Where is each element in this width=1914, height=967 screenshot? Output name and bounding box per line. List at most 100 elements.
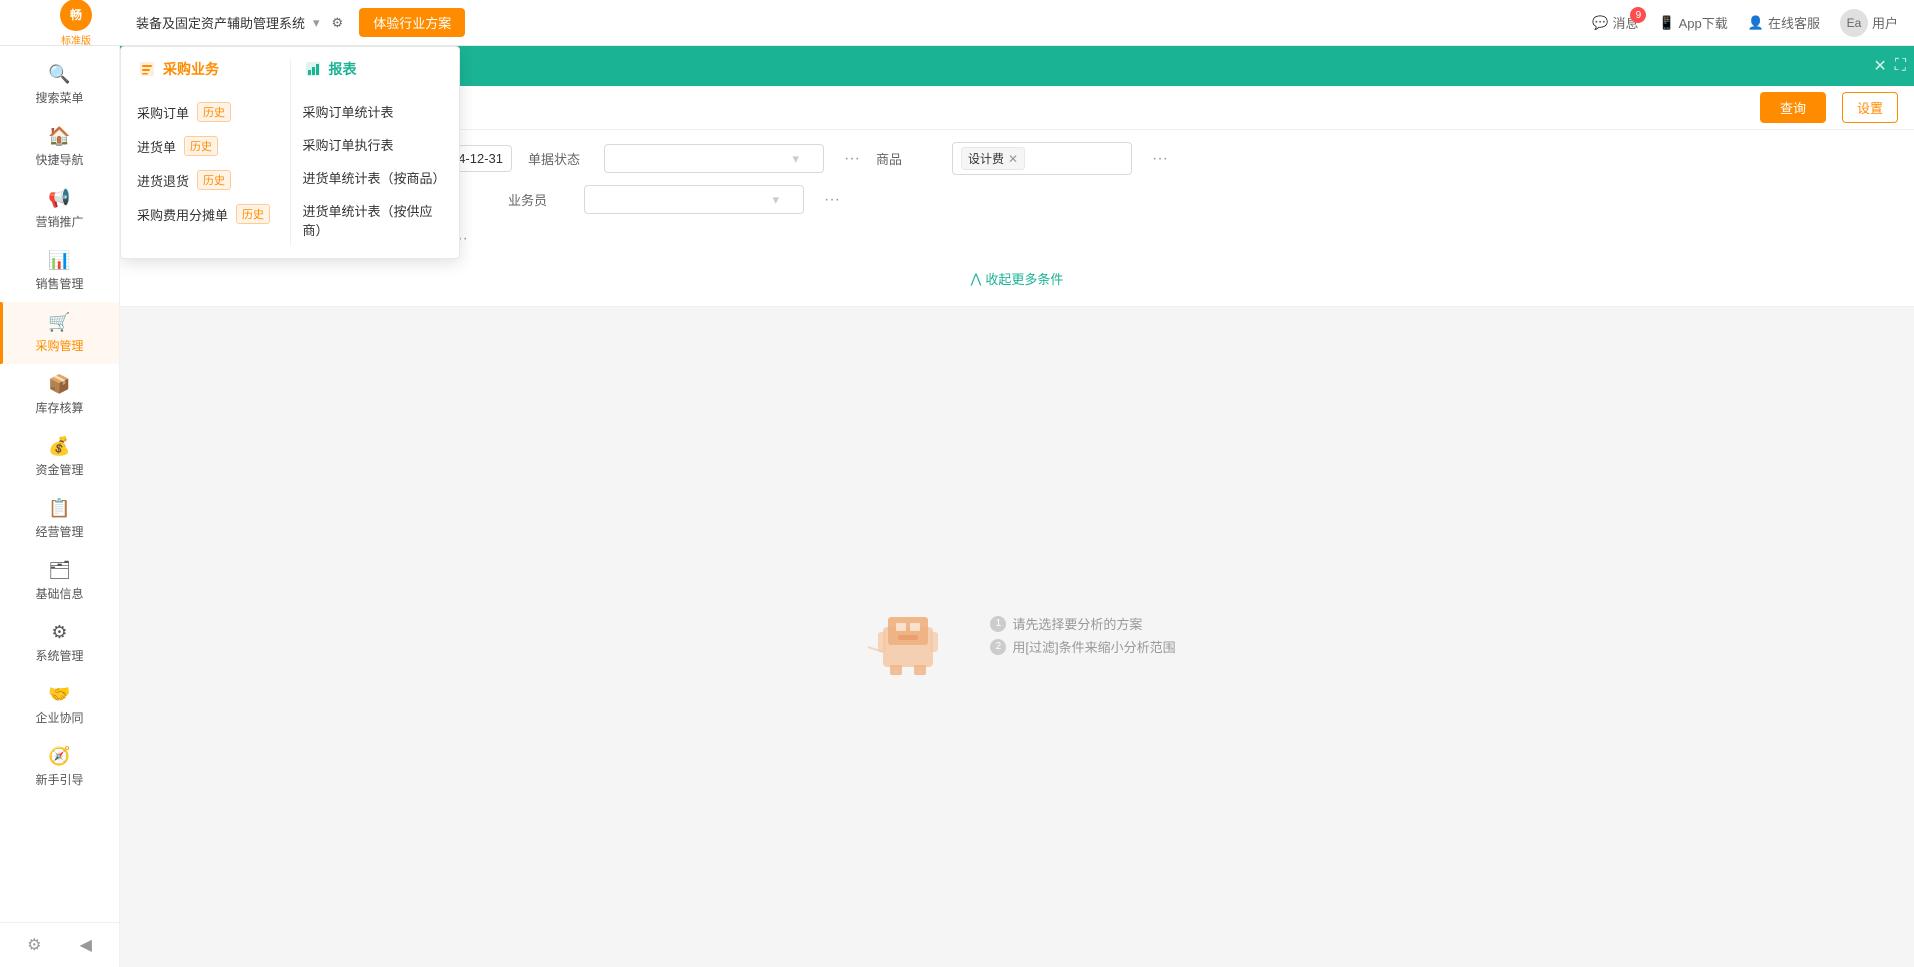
- sidebar-label-system: 系统管理: [35, 647, 83, 664]
- settings-btn[interactable]: 设置: [1842, 92, 1898, 123]
- sidebar-item-sales[interactable]: 📊 销售管理: [0, 240, 119, 302]
- sidebar-item-inventory[interactable]: 📦 库存核算: [0, 364, 119, 426]
- message-icon: 💬: [1592, 15, 1608, 31]
- sidebar-label-marketing: 营销推广: [35, 213, 83, 230]
- inbound-stats-goods-label: 进货单统计表（按商品）: [303, 168, 444, 187]
- purchase-business-title: 采购业务: [163, 59, 219, 79]
- sidebar: 🔍 搜索菜单 🏠 快捷导航 📢 营销推广 📊 销售管理 🛒 采购管理 📦 库存核…: [0, 46, 120, 967]
- system-title: 装备及固定资产辅助管理系统: [136, 13, 305, 32]
- online-service-icon: 👤: [1748, 15, 1764, 31]
- sidebar-label-guide: 新手引导: [35, 771, 83, 788]
- order-exec-label: 采购订单执行表: [303, 135, 394, 154]
- dropdown-item-return[interactable]: 进货退货 历史: [137, 163, 278, 197]
- query-btn[interactable]: 查询: [1760, 92, 1826, 123]
- basic-icon: 🗂: [48, 560, 71, 581]
- empty-hints: 1 请先选择要分析的方案 2 用[过滤]条件来缩小分析范围: [990, 614, 1175, 660]
- sidebar-label-quick-nav: 快捷导航: [35, 151, 83, 168]
- dropdown-item-inbound-stats-supplier[interactable]: 进货单统计表（按供应商）: [303, 194, 444, 246]
- tab-bar-right: ✕ ⛶: [1873, 56, 1906, 76]
- logo-subtitle: 标准版: [61, 32, 91, 47]
- sidebar-bottom: ⚙ ◀: [0, 922, 119, 967]
- inbound-stats-supplier-label: 进货单统计表（按供应商）: [303, 201, 444, 239]
- doc-status-label: 单据状态: [528, 149, 588, 168]
- sidebar-item-guide[interactable]: 🧭 新手引导: [0, 736, 119, 798]
- goods-more-icon[interactable]: ···: [1152, 150, 1168, 168]
- sidebar-item-marketing[interactable]: 📢 营销推广: [0, 178, 119, 240]
- goods-label: 商品: [876, 149, 936, 168]
- purchase-business-icon: [137, 59, 157, 79]
- dropdown-item-purchase-order[interactable]: 采购订单 历史: [137, 95, 278, 129]
- industry-btn[interactable]: 体验行业方案: [359, 8, 465, 37]
- purchase-dropdown-menu: 采购业务 采购订单 历史 进货单 历史 进货退货 历史: [120, 46, 460, 259]
- online-service-btn[interactable]: 👤 在线客服: [1748, 13, 1820, 32]
- sidebar-item-enterprise[interactable]: 🤝 企业协同: [0, 674, 119, 736]
- hint2-text: 用[过滤]条件来缩小分析范围: [1012, 637, 1175, 656]
- sidebar-collapse-btn[interactable]: ◀: [80, 935, 92, 955]
- goods-input[interactable]: 设计费 ✕: [952, 142, 1132, 175]
- step1-num: 1: [990, 616, 1006, 632]
- report-icon: [303, 59, 323, 79]
- system-dropdown-icon[interactable]: ▾: [313, 15, 320, 31]
- dropdown-item-inbound-stats-goods[interactable]: 进货单统计表（按商品）: [303, 161, 444, 194]
- system-gear-icon[interactable]: ⚙: [332, 15, 344, 31]
- expense-history: 历史: [236, 204, 270, 224]
- salesman-more-icon[interactable]: ···: [824, 191, 840, 209]
- logo-area: 畅 标准版: [16, 0, 136, 47]
- header-mid: 装备及固定资产辅助管理系统 ▾ ⚙ 体验行业方案: [136, 8, 1592, 37]
- sidebar-label-basic: 基础信息: [35, 585, 83, 602]
- sidebar-item-quick-nav[interactable]: 🏠 快捷导航: [0, 116, 119, 178]
- sidebar-item-purchase[interactable]: 🛒 采购管理: [0, 302, 119, 364]
- sidebar-item-basic[interactable]: 🗂 基础信息: [0, 550, 119, 612]
- report-col: 报表 采购订单统计表 采购订单执行表 进货单统计表（按商品） 进货单统计表（按供…: [303, 59, 444, 246]
- return-history: 历史: [197, 170, 231, 190]
- sidebar-label-enterprise: 企业协同: [35, 709, 83, 726]
- sidebar-settings-btn[interactable]: ⚙: [27, 935, 41, 955]
- doc-status-select[interactable]: ▾: [604, 144, 824, 173]
- dropdown-columns: 采购业务 采购订单 历史 进货单 历史 进货退货 历史: [121, 59, 459, 246]
- empty-area: 1 请先选择要分析的方案 2 用[过滤]条件来缩小分析范围: [120, 307, 1914, 967]
- doc-status-more-icon[interactable]: ···: [844, 150, 860, 168]
- dropdown-item-order-stats[interactable]: 采购订单统计表: [303, 95, 444, 128]
- tab-minimize-icon[interactable]: ✕: [1873, 56, 1886, 76]
- purchase-order-history: 历史: [197, 102, 231, 122]
- sidebar-item-system[interactable]: ⚙ 系统管理: [0, 612, 119, 674]
- collapse-label: 收起更多条件: [985, 269, 1063, 288]
- expense-label: 采购费用分摊单: [137, 205, 228, 224]
- guide-icon: 🧭: [48, 746, 70, 767]
- operations-icon: 📋: [48, 498, 70, 519]
- inventory-icon: 📦: [48, 374, 70, 395]
- purchase-order-label: 采购订单: [137, 103, 189, 122]
- goods-tag-label: 设计费: [968, 150, 1004, 167]
- sidebar-label-finance: 资金管理: [35, 461, 83, 478]
- doc-status-value: [613, 149, 626, 168]
- app-download-icon: 📱: [1658, 15, 1674, 31]
- messages-btn[interactable]: 💬 消息 9: [1592, 13, 1638, 32]
- purchase-icon: 🛒: [48, 312, 70, 333]
- tab-maximize-icon[interactable]: ⛶: [1895, 57, 1906, 75]
- purchase-business-col: 采购业务 采购订单 历史 进货单 历史 进货退货 历史: [137, 59, 278, 246]
- user-btn[interactable]: Ea 用户: [1840, 9, 1898, 37]
- sidebar-item-finance[interactable]: 💰 资金管理: [0, 426, 119, 488]
- svg-text:畅: 畅: [70, 7, 82, 22]
- goods-tag[interactable]: 设计费 ✕: [961, 147, 1025, 170]
- collapse-icon: ⋀: [971, 271, 982, 287]
- purchase-business-header: 采购业务: [137, 59, 278, 85]
- sales-icon: 📊: [48, 250, 70, 271]
- dropdown-item-order-exec[interactable]: 采购订单执行表: [303, 128, 444, 161]
- salesman-value: [593, 190, 606, 209]
- dropdown-item-inbound[interactable]: 进货单 历史: [137, 129, 278, 163]
- dropdown-divider: [290, 59, 291, 246]
- sidebar-item-operations[interactable]: 📋 经营管理: [0, 488, 119, 550]
- enterprise-icon: 🤝: [48, 684, 70, 705]
- goods-tag-close[interactable]: ✕: [1008, 152, 1018, 166]
- salesman-select[interactable]: ▾: [584, 185, 804, 214]
- finance-icon: 💰: [48, 436, 70, 457]
- app-download-btn[interactable]: 📱 App下载: [1658, 13, 1727, 32]
- avatar: Ea: [1840, 9, 1868, 37]
- app-download-label: App下载: [1679, 13, 1728, 32]
- home-icon: 🏠: [48, 126, 70, 147]
- dropdown-item-expense[interactable]: 采购费用分摊单 历史: [137, 197, 278, 231]
- collapse-conditions-btn[interactable]: ⋀ 收起更多条件: [136, 263, 1898, 294]
- sidebar-item-search[interactable]: 🔍 搜索菜单: [0, 54, 119, 116]
- system-icon: ⚙: [51, 622, 67, 643]
